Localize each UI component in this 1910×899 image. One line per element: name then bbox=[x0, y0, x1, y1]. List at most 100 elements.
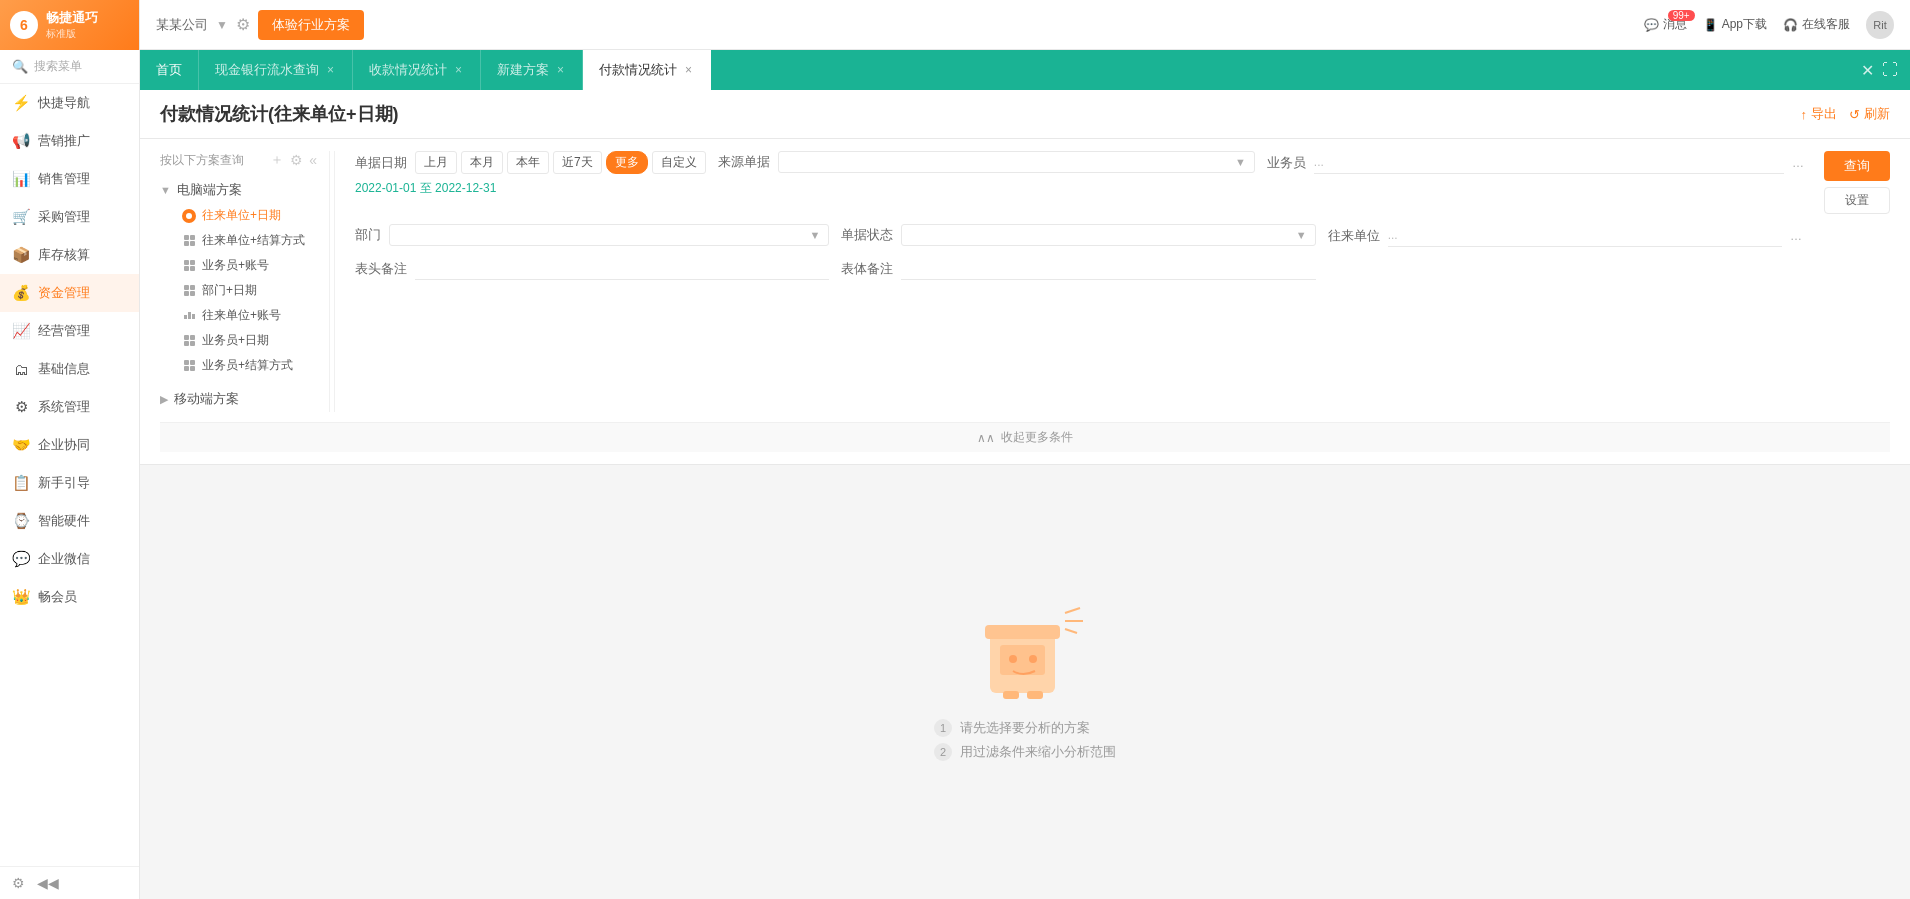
svg-rect-2 bbox=[985, 625, 1060, 639]
settings-footer-btn[interactable]: ⚙ bbox=[12, 875, 25, 891]
tab-label: 首页 bbox=[156, 61, 182, 79]
user-avatar[interactable]: Rit bbox=[1866, 11, 1894, 39]
last-month-label: 上月 bbox=[424, 155, 448, 169]
sidebar-item-hardware[interactable]: ⌚ 智能硬件 bbox=[0, 502, 139, 540]
svg-rect-8 bbox=[1003, 691, 1019, 699]
sidebar-item-guide[interactable]: 📋 新手引导 bbox=[0, 464, 139, 502]
scheme-item-salesman-account[interactable]: 业务员+账号 bbox=[176, 253, 317, 278]
doc-status-select[interactable]: ▼ bbox=[901, 224, 1315, 246]
filter-area: 按以下方案查询 ＋ ⚙ « ▼ 电脑端方案 bbox=[140, 139, 1910, 465]
sidebar-nav: ⚡ 快捷导航 📢 营销推广 📊 销售管理 🛒 采购管理 📦 库存核算 💰 bbox=[0, 84, 139, 866]
last-month-btn[interactable]: 上月 bbox=[415, 151, 457, 174]
sidebar-item-wechat[interactable]: 💬 企业微信 bbox=[0, 540, 139, 578]
scheme-item-dept-date[interactable]: 部门+日期 bbox=[176, 278, 317, 303]
custom-date-btn[interactable]: 自定义 bbox=[652, 151, 706, 174]
tab-close-bank-flow[interactable]: × bbox=[325, 61, 336, 79]
salesman-input[interactable] bbox=[1314, 151, 1784, 174]
mobile-group-title[interactable]: ▶ 移动端方案 bbox=[160, 386, 317, 412]
sales-icon: 📊 bbox=[12, 170, 30, 188]
collapse-bar[interactable]: ∧∧ 收起更多条件 bbox=[160, 422, 1890, 452]
member-icon: 👑 bbox=[12, 588, 30, 606]
scheme-item-unit-date[interactable]: 往来单位+日期 bbox=[176, 203, 317, 228]
partner-more-icon[interactable]: … bbox=[1790, 229, 1802, 243]
svg-rect-1 bbox=[1000, 645, 1045, 675]
filter-sidebar-header: 按以下方案查询 ＋ ⚙ « bbox=[160, 151, 317, 169]
guide-icon: 📋 bbox=[12, 474, 30, 492]
dept-select[interactable]: ▼ bbox=[389, 224, 829, 246]
empty-tips: 1 请先选择要分析的方案 2 用过滤条件来缩小分析范围 bbox=[934, 719, 1116, 761]
tab-close-payment-stats[interactable]: × bbox=[683, 61, 694, 79]
partner-filter-item: 往来单位 … bbox=[1328, 224, 1802, 247]
export-btn[interactable]: ↑ 导出 bbox=[1801, 105, 1838, 123]
sidebar-item-label: 资金管理 bbox=[38, 284, 90, 302]
scheme-item-unit-payment[interactable]: 往来单位+结算方式 bbox=[176, 228, 317, 253]
sidebar-item-finance[interactable]: 💰 资金管理 bbox=[0, 274, 139, 312]
filter-actions: 查询 设置 bbox=[1816, 151, 1890, 214]
tab-expand-btn[interactable]: ⛶ bbox=[1882, 61, 1898, 79]
tab-close-new-scheme[interactable]: × bbox=[555, 61, 566, 79]
notifications-badge: 99+ bbox=[1668, 10, 1695, 21]
partner-input[interactable] bbox=[1388, 224, 1782, 247]
empty-tip-1: 1 请先选择要分析的方案 bbox=[934, 719, 1116, 737]
sidebar-search[interactable]: 🔍 搜索菜单 bbox=[0, 50, 139, 84]
scheme-item-label: 往来单位+账号 bbox=[202, 307, 281, 324]
desktop-group-label: 电脑端方案 bbox=[177, 181, 242, 199]
tab-home[interactable]: 首页 bbox=[140, 50, 199, 90]
query-btn[interactable]: 查询 bbox=[1824, 151, 1890, 181]
last7days-btn[interactable]: 近7天 bbox=[553, 151, 602, 174]
this-month-btn[interactable]: 本月 bbox=[461, 151, 503, 174]
tab-bank-flow[interactable]: 现金银行流水查询 × bbox=[199, 50, 353, 90]
sidebar-item-marketing[interactable]: 📢 营销推广 bbox=[0, 122, 139, 160]
sidebar-item-purchase[interactable]: 🛒 采购管理 bbox=[0, 198, 139, 236]
notifications-action[interactable]: 💬 消息 99+ bbox=[1644, 16, 1687, 33]
sidebar-item-operation[interactable]: 📈 经营管理 bbox=[0, 312, 139, 350]
collapse-sidebar-btn[interactable]: « bbox=[309, 152, 317, 168]
add-scheme-btn[interactable]: ＋ bbox=[270, 151, 284, 169]
scheme-item-salesman-date[interactable]: 业务员+日期 bbox=[176, 328, 317, 353]
sidebar-header: 6 畅捷通巧 标准版 bbox=[0, 0, 139, 50]
sidebar-item-member[interactable]: 👑 畅会员 bbox=[0, 578, 139, 616]
scheme-item-salesman-payment[interactable]: 业务员+结算方式 bbox=[176, 353, 317, 378]
tab-close-all-btn[interactable]: ✕ bbox=[1861, 61, 1874, 80]
customer-service-action[interactable]: 🎧 在线客服 bbox=[1783, 16, 1850, 33]
tab-close-collection[interactable]: × bbox=[453, 61, 464, 79]
sidebar-item-inventory[interactable]: 📦 库存核算 bbox=[0, 236, 139, 274]
page-header: 付款情况统计(往来单位+日期) ↑ 导出 ↺ 刷新 bbox=[140, 90, 1910, 139]
scheme-grid-icon2 bbox=[182, 259, 196, 273]
header-note-input[interactable] bbox=[415, 257, 829, 280]
body-note-input[interactable] bbox=[901, 257, 1315, 280]
refresh-btn[interactable]: ↺ 刷新 bbox=[1849, 105, 1890, 123]
source-doc-label: 来源单据 bbox=[718, 153, 770, 171]
tab-collection-stats[interactable]: 收款情况统计 × bbox=[353, 50, 481, 90]
more-dates-btn[interactable]: 更多 bbox=[606, 151, 648, 174]
tab-payment-stats[interactable]: 付款情况统计 × bbox=[583, 50, 711, 90]
date-range: 2022-01-01 至 2022-12-31 bbox=[355, 180, 496, 197]
date-filter-item: 单据日期 上月 本月 本年 近7天 更多 自定义 bbox=[355, 151, 706, 197]
source-doc-select[interactable]: ▼ bbox=[778, 151, 1255, 173]
desktop-group-title[interactable]: ▼ 电脑端方案 bbox=[160, 177, 317, 203]
this-year-btn[interactable]: 本年 bbox=[507, 151, 549, 174]
sidebar-item-base-info[interactable]: 🗂 基础信息 bbox=[0, 350, 139, 388]
settings-icon[interactable]: ⚙ bbox=[236, 15, 250, 34]
dept-label: 部门 bbox=[355, 226, 381, 244]
sidebar-item-quick-nav[interactable]: ⚡ 快捷导航 bbox=[0, 84, 139, 122]
partner-label: 往来单位 bbox=[1328, 227, 1380, 245]
results-area: 1 请先选择要分析的方案 2 用过滤条件来缩小分析范围 bbox=[140, 465, 1910, 899]
sidebar-item-sales[interactable]: 📊 销售管理 bbox=[0, 160, 139, 198]
scheme-settings-btn[interactable]: ⚙ bbox=[290, 152, 303, 168]
settings-btn[interactable]: 设置 bbox=[1824, 187, 1890, 214]
body-note-filter-item: 表体备注 bbox=[841, 257, 1315, 280]
scheme-item-unit-account[interactable]: 往来单位+账号 bbox=[176, 303, 317, 328]
sidebar-item-system[interactable]: ⚙ 系统管理 bbox=[0, 388, 139, 426]
this-month-label: 本月 bbox=[470, 155, 494, 169]
empty-tip-2: 2 用过滤条件来缩小分析范围 bbox=[934, 743, 1116, 761]
app-download-action[interactable]: 📱 App下载 bbox=[1703, 16, 1767, 33]
collapse-sidebar-btn[interactable]: ◀◀ bbox=[37, 875, 59, 891]
tab-new-scheme[interactable]: 新建方案 × bbox=[481, 50, 583, 90]
last7days-label: 近7天 bbox=[562, 155, 593, 169]
sidebar-item-label: 企业微信 bbox=[38, 550, 90, 568]
trial-btn[interactable]: 体验行业方案 bbox=[258, 10, 364, 40]
svg-line-3 bbox=[1065, 608, 1080, 613]
salesman-more-icon[interactable]: … bbox=[1792, 156, 1804, 170]
sidebar-item-enterprise[interactable]: 🤝 企业协同 bbox=[0, 426, 139, 464]
